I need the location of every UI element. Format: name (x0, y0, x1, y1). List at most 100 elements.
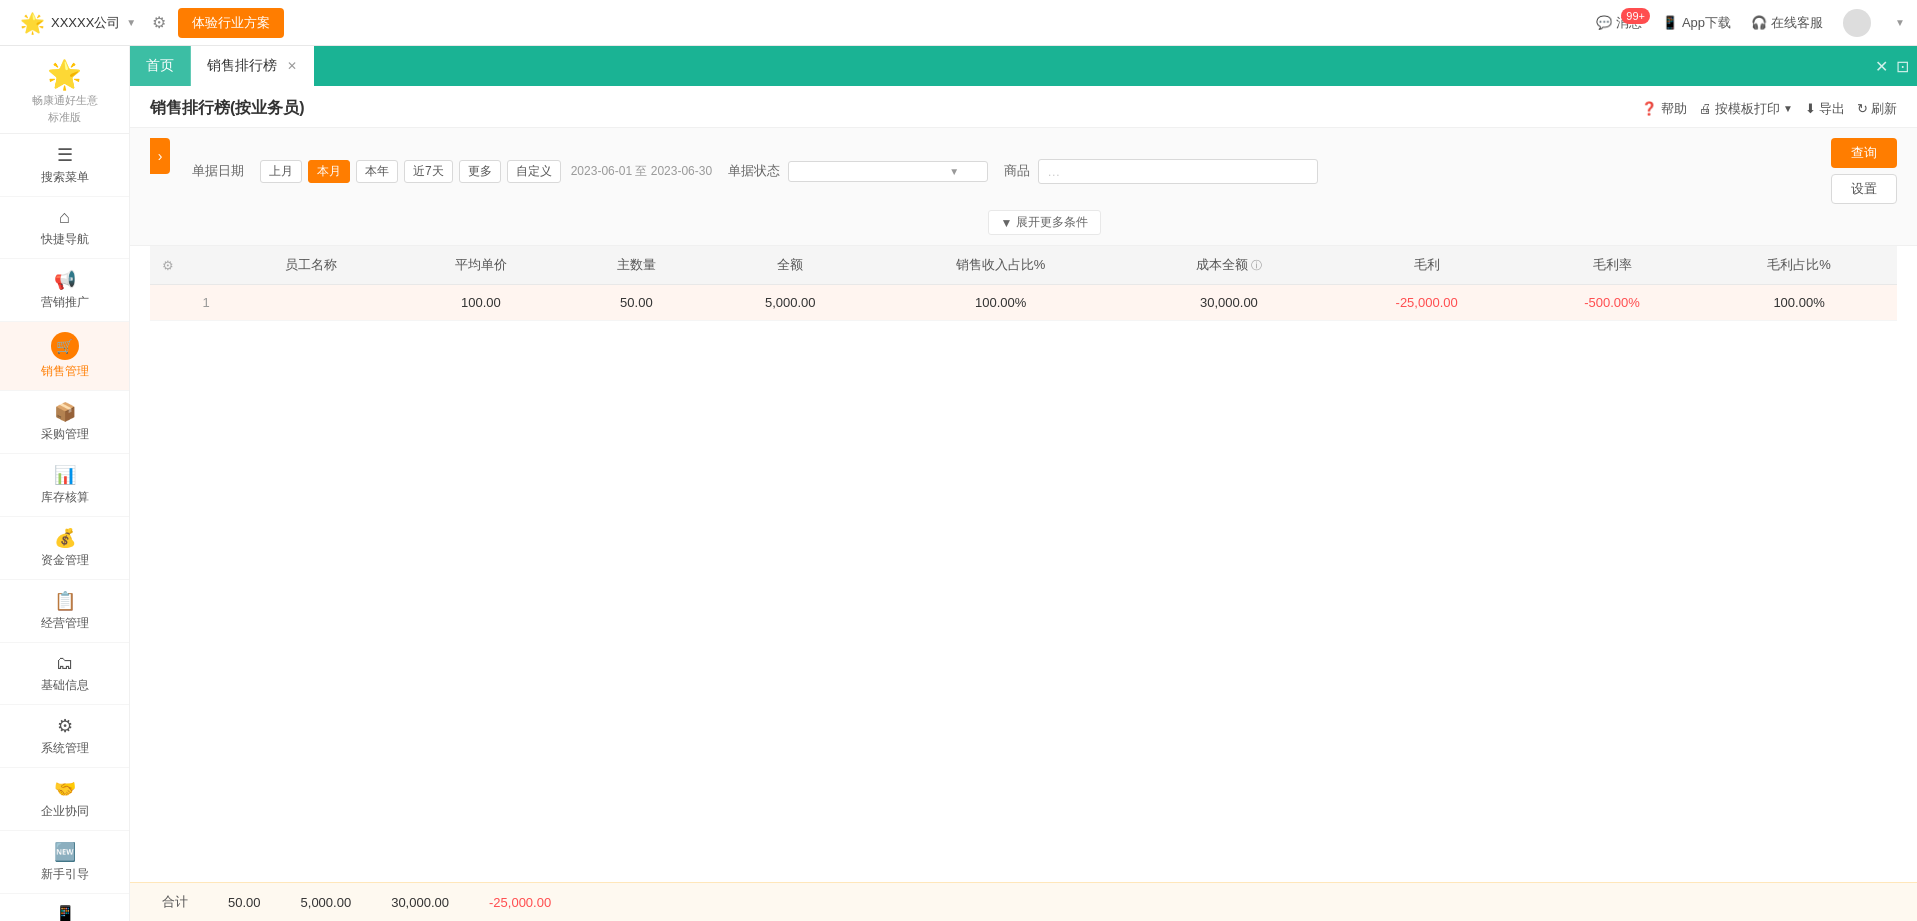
phone-icon: 📱 (1662, 15, 1678, 30)
table-row: 1 100.00 50.00 5,000.00 100.00% 30,000.0… (150, 285, 1897, 321)
online-service-btn[interactable]: 🎧 在线客服 (1751, 14, 1823, 32)
sidebar-item-basic-info-label: 基础信息 (41, 677, 89, 694)
help-btn[interactable]: ❓ 帮助 (1641, 100, 1687, 118)
inventory-icon: 📊 (54, 464, 76, 486)
col-employee-name: 员工名称 (226, 246, 396, 285)
sidebar-item-system[interactable]: ⚙ 系统管理 (0, 705, 129, 768)
template-dropdown-icon: ▼ (1783, 103, 1793, 114)
goods-input[interactable]: … (1038, 159, 1318, 184)
purchase-icon: 📦 (54, 401, 76, 423)
message-icon: 💬 (1596, 15, 1612, 30)
user-name[interactable]: ▼ (1891, 17, 1905, 28)
status-filter: 单据状态 ▼ (728, 161, 988, 182)
row-avg-price: 100.00 (396, 285, 566, 321)
content-area: 首页 销售排行榜 ✕ ✕ ⊡ 销售排行榜(按业务员) ❓ 帮助 (130, 46, 1917, 921)
status-dropdown-icon: ▼ (949, 166, 959, 177)
basic-info-icon: 🗂 (56, 653, 74, 674)
col-settings[interactable]: ⚙ (150, 246, 186, 285)
sidebar-item-app-center[interactable]: 📱 应用中心 (0, 894, 129, 921)
template-print-btn[interactable]: 🖨 按模板打印 ▼ (1699, 100, 1793, 118)
footer-total-amount: 5,000.00 (301, 895, 352, 910)
expand-conditions-btn[interactable]: ▼ 展开更多条件 (988, 210, 1102, 235)
question-icon: ❓ (1641, 101, 1657, 116)
tab-sales-rank[interactable]: 销售排行榜 ✕ (191, 46, 314, 86)
home-icon: ⌂ (59, 207, 70, 228)
sidebar-item-enterprise[interactable]: 🤝 企业协同 (0, 768, 129, 831)
settings-gear-icon[interactable]: ⚙ (152, 13, 166, 32)
export-icon: ⬇ (1805, 101, 1816, 116)
row-gross-rate: -500.00% (1523, 285, 1701, 321)
sidebar-item-operation[interactable]: 📋 经营管理 (0, 580, 129, 643)
search-menu-icon: ☰ (57, 144, 73, 166)
col-avg-price: 平均单价 (396, 246, 566, 285)
date-range-selector: 上月 本月 本年 近7天 更多 自定义 2023-06-01 至 2023-06… (260, 160, 712, 183)
operation-icon: 📋 (54, 590, 76, 612)
date-btn-last-month[interactable]: 上月 (260, 160, 302, 183)
app-logo-icon: 🌟 (47, 58, 82, 91)
app-download-label: App下载 (1682, 14, 1731, 32)
tab-right-actions: ✕ ⊡ (1875, 46, 1917, 86)
sidebar-item-enterprise-label: 企业协同 (41, 803, 89, 820)
sidebar-item-inventory-label: 库存核算 (41, 489, 89, 506)
sidebar: 🌟 畅康通好生意 标准版 ☰ 搜索菜单 ⌂ 快捷导航 📢 营销推广 🛒 销售管理… (0, 46, 130, 921)
date-btn-this-month[interactable]: 本月 (308, 160, 350, 183)
date-btn-more[interactable]: 更多 (459, 160, 501, 183)
col-gross-rate: 毛利率 (1523, 246, 1701, 285)
chevron-down-icon: ▼ (1001, 216, 1013, 230)
row-cost-total: 30,000.00 (1128, 285, 1331, 321)
footer-total-label: 合计 (162, 893, 188, 911)
date-btn-7days[interactable]: 近7天 (404, 160, 453, 183)
tab-close-icon[interactable]: ✕ (287, 59, 297, 73)
sidebar-item-inventory[interactable]: 📊 库存核算 (0, 454, 129, 517)
tab-restore-btn[interactable]: ⊡ (1896, 57, 1909, 76)
refresh-btn[interactable]: ↻ 刷新 (1857, 100, 1897, 118)
sidebar-item-system-label: 系统管理 (41, 740, 89, 757)
date-range-text: 2023-06-01 至 2023-06-30 (571, 163, 712, 180)
sidebar-item-purchase[interactable]: 📦 采购管理 (0, 391, 129, 454)
date-btn-this-year[interactable]: 本年 (356, 160, 398, 183)
row-employee-name (226, 285, 396, 321)
company-selector[interactable]: 🌟 XXXXX公司 ▼ (12, 7, 144, 39)
sidebar-item-search[interactable]: ☰ 搜索菜单 (0, 134, 129, 197)
trial-btn[interactable]: 体验行业方案 (178, 8, 284, 38)
logo-subtitle: 畅康通好生意 (32, 93, 98, 108)
guide-icon: 🆕 (54, 841, 76, 863)
app-download-btn[interactable]: 📱 App下载 (1662, 14, 1731, 32)
app-center-icon: 📱 (54, 904, 76, 921)
sidebar-item-guide[interactable]: 🆕 新手引导 (0, 831, 129, 894)
sidebar-item-guide-label: 新手引导 (41, 866, 89, 883)
user-avatar[interactable] (1843, 9, 1871, 37)
marketing-icon: 📢 (54, 269, 76, 291)
export-btn[interactable]: ⬇ 导出 (1805, 100, 1845, 118)
sidebar-item-finance[interactable]: 💰 资金管理 (0, 517, 129, 580)
message-btn[interactable]: 💬 消息 99+ (1596, 14, 1642, 32)
sidebar-item-marketing[interactable]: 📢 营销推广 (0, 259, 129, 322)
date-btn-custom[interactable]: 自定义 (507, 160, 561, 183)
goods-filter: 商品 … (1004, 159, 1318, 184)
company-dropdown-icon: ▼ (126, 17, 136, 28)
query-btn[interactable]: 查询 (1831, 138, 1897, 168)
filter-toggle-btn[interactable]: › (150, 138, 170, 174)
sidebar-item-quick-nav[interactable]: ⌂ 快捷导航 (0, 197, 129, 259)
sidebar-item-sales[interactable]: 🛒 销售管理 (0, 322, 129, 391)
sidebar-item-basic-info[interactable]: 🗂 基础信息 (0, 643, 129, 705)
refresh-icon: ↻ (1857, 101, 1868, 116)
table-footer: 合计 50.00 5,000.00 30,000.00 -25,000.00 (130, 882, 1917, 921)
sidebar-item-purchase-label: 采购管理 (41, 426, 89, 443)
filter-area: › 单据日期 上月 本月 本年 近7天 更多 自定义 2023-06- (130, 128, 1917, 246)
page-header: 销售排行榜(按业务员) ❓ 帮助 🖨 按模板打印 ▼ ⬇ 导出 (130, 86, 1917, 128)
system-icon: ⚙ (57, 715, 73, 737)
tab-home-label: 首页 (146, 57, 174, 75)
setting-btn[interactable]: 设置 (1831, 174, 1897, 204)
tab-bar: 首页 销售排行榜 ✕ ✕ ⊡ (130, 46, 1917, 86)
tab-home[interactable]: 首页 (130, 46, 191, 86)
sidebar-logo: 🌟 畅康通好生意 标准版 (0, 46, 129, 134)
headset-icon: 🎧 (1751, 15, 1767, 30)
enterprise-icon: 🤝 (54, 778, 76, 800)
expand-label: 展开更多条件 (1016, 214, 1088, 231)
status-select[interactable]: ▼ (788, 161, 988, 182)
row-sales-ratio: 100.00% (874, 285, 1128, 321)
tab-close-window-btn[interactable]: ✕ (1875, 57, 1888, 76)
goods-label: 商品 (1004, 162, 1030, 180)
date-label: 单据日期 (192, 162, 244, 180)
